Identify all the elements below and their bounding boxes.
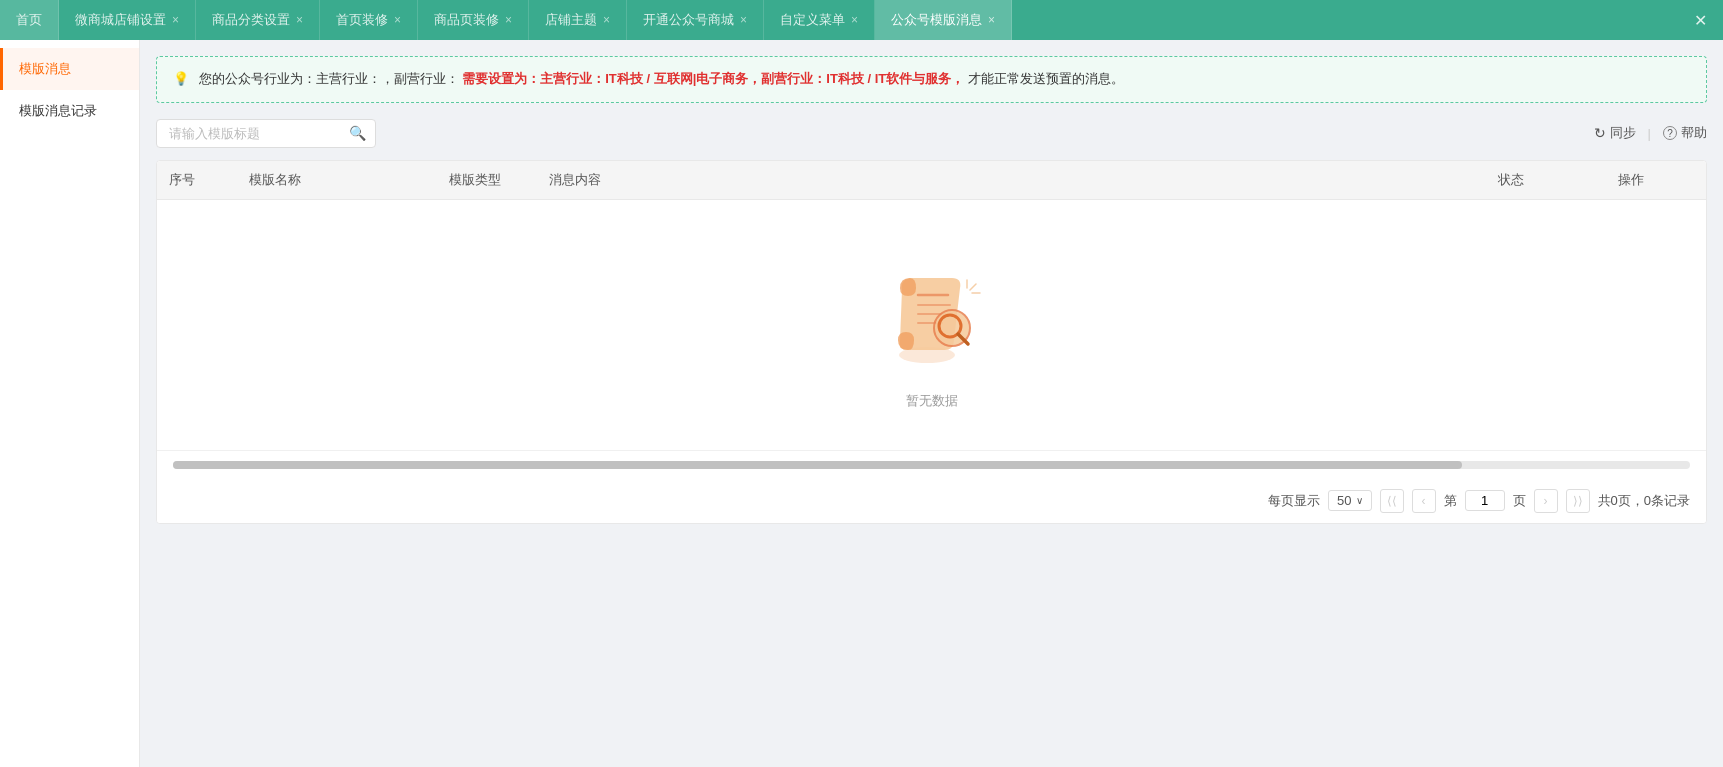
nav-tab-store-theme[interactable]: 店铺主题 ×	[529, 0, 627, 40]
scroll-track	[173, 461, 1690, 469]
pagination: 每页显示 50 ∨ ⟨⟨ ‹ 第 页 › ⟩⟩ 共0页，0条记录	[157, 479, 1706, 523]
sync-button[interactable]: ↻ 同步	[1594, 124, 1636, 142]
empty-row: 暂无数据	[157, 199, 1706, 450]
empty-illustration	[872, 260, 992, 380]
search-right: ↻ 同步 | ? 帮助	[1594, 124, 1707, 142]
table-container: 序号 模版名称 模版类型 消息内容 状态 操作	[156, 160, 1707, 524]
nav-tab-store-settings[interactable]: 微商城店铺设置 ×	[59, 0, 196, 40]
close-all-button[interactable]: ✕	[1678, 0, 1723, 40]
sync-icon: ↻	[1594, 125, 1606, 141]
last-page-button[interactable]: ⟩⟩	[1566, 489, 1590, 513]
sidebar-item-template-msg[interactable]: 模版消息	[0, 48, 139, 90]
col-content: 消息内容	[537, 161, 1486, 200]
search-input[interactable]	[156, 119, 376, 148]
page-label: 第	[1444, 492, 1457, 510]
search-input-wrapper: 🔍	[156, 119, 376, 148]
nav-tab-home-decor[interactable]: 首页装修 ×	[320, 0, 418, 40]
search-left: 🔍	[156, 119, 376, 148]
col-action: 操作	[1606, 161, 1706, 200]
prev-page-button[interactable]: ‹	[1412, 489, 1436, 513]
content-area: 💡 您的公众号行业为：主营行业：，副营行业： 需要设置为：主营行业：IT科技 /…	[140, 40, 1723, 767]
notice-box: 💡 您的公众号行业为：主营行业：，副营行业： 需要设置为：主营行业：IT科技 /…	[156, 56, 1707, 103]
horizontal-scrollbar[interactable]	[157, 450, 1706, 479]
close-open-wechat[interactable]: ×	[740, 13, 747, 27]
next-page-button[interactable]: ›	[1534, 489, 1558, 513]
nav-tab-category-settings[interactable]: 商品分类设置 ×	[196, 0, 320, 40]
help-icon: ?	[1663, 126, 1677, 140]
close-product-decor[interactable]: ×	[505, 13, 512, 27]
close-store-theme[interactable]: ×	[603, 13, 610, 27]
empty-state: 暂无数据	[157, 200, 1706, 450]
nav-tab-home[interactable]: 首页	[0, 0, 59, 40]
scroll-thumb[interactable]	[173, 461, 1462, 469]
search-icon[interactable]: 🔍	[349, 125, 366, 141]
data-table: 序号 模版名称 模版类型 消息内容 状态 操作	[157, 161, 1706, 450]
per-page-select[interactable]: 50 ∨	[1328, 490, 1371, 511]
chevron-down-icon: ∨	[1356, 495, 1363, 506]
nav-tab-custom-menu[interactable]: 自定义菜单 ×	[764, 0, 875, 40]
per-page-value: 50	[1337, 493, 1351, 508]
empty-text: 暂无数据	[157, 392, 1706, 410]
close-home-decor[interactable]: ×	[394, 13, 401, 27]
close-template-msg[interactable]: ×	[988, 13, 995, 27]
search-bar: 🔍 ↻ 同步 | ? 帮助	[156, 119, 1707, 148]
nav-tab-product-decor[interactable]: 商品页装修 ×	[418, 0, 529, 40]
top-navigation: 首页 微商城店铺设置 × 商品分类设置 × 首页装修 × 商品页装修 × 店铺主…	[0, 0, 1723, 40]
table-header-row: 序号 模版名称 模版类型 消息内容 状态 操作	[157, 161, 1706, 200]
bulb-icon: 💡	[173, 71, 189, 86]
col-index: 序号	[157, 161, 237, 200]
page-number-input[interactable]	[1465, 490, 1505, 511]
nav-tab-template-msg[interactable]: 公众号模版消息 ×	[875, 0, 1012, 40]
sidebar: 模版消息 模版消息记录	[0, 40, 140, 767]
first-page-button[interactable]: ⟨⟨	[1380, 489, 1404, 513]
close-category-settings[interactable]: ×	[296, 13, 303, 27]
page-unit: 页	[1513, 492, 1526, 510]
divider: |	[1648, 126, 1651, 141]
svg-line-8	[970, 284, 976, 290]
col-name: 模版名称	[237, 161, 437, 200]
nav-tab-open-wechat[interactable]: 开通公众号商城 ×	[627, 0, 764, 40]
col-type: 模版类型	[437, 161, 537, 200]
total-text: 共0页，0条记录	[1598, 492, 1690, 510]
close-custom-menu[interactable]: ×	[851, 13, 858, 27]
help-button[interactable]: ? 帮助	[1663, 124, 1707, 142]
main-layout: 模版消息 模版消息记录 💡 您的公众号行业为：主营行业：，副营行业： 需要设置为…	[0, 40, 1723, 767]
sidebar-item-template-log[interactable]: 模版消息记录	[0, 90, 139, 132]
col-status: 状态	[1486, 161, 1606, 200]
per-page-label: 每页显示	[1268, 492, 1320, 510]
close-store-settings[interactable]: ×	[172, 13, 179, 27]
